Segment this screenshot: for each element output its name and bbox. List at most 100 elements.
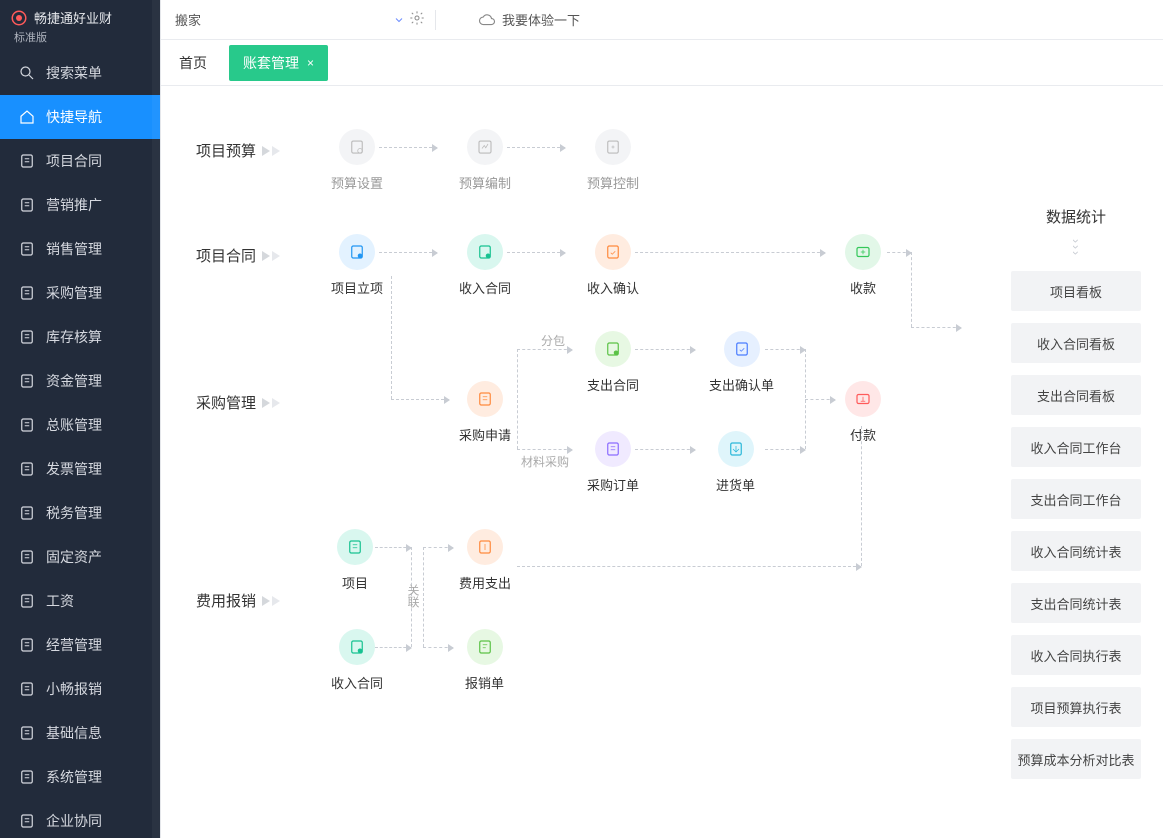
home-icon [18,108,36,126]
edge-label-material: 材料采购 [521,453,569,470]
sidebar-item-8[interactable]: 总账管理 [0,403,160,447]
edge [391,276,392,399]
sidebar-item-12[interactable]: 工资 [0,579,160,623]
node-budget-edit[interactable]: 预算编制 [459,129,511,192]
system-icon [18,768,36,786]
sidebar-item-3[interactable]: 营销推广 [0,183,160,227]
biz-icon [18,636,36,654]
experience-text: 我要体验一下 [502,10,580,29]
edge [391,399,449,400]
node-purchase-apply[interactable]: 采购申请 [459,381,511,444]
node-expense-out[interactable]: 费用支出 [459,529,511,592]
topbar: 搬家 我要体验一下 [161,0,1163,40]
node-budget-set[interactable]: 预算设置 [331,129,383,192]
sidebar-item-label: 固定资产 [46,547,102,567]
node-goods-in[interactable]: 进货单 [716,431,755,494]
gift-icon [18,196,36,214]
workflow-canvas: 项目预算 项目合同 采购管理 费用报销 预算设置 预算编制 预算控制 项目立项 … [161,86,1163,838]
money-icon [18,372,36,390]
edge [517,566,861,567]
project-icon [18,152,36,170]
cart-icon [18,284,36,302]
node-expend-contract[interactable]: 支出合同 [587,331,639,394]
node-receive[interactable]: 收款 [845,234,881,297]
sidebar-item-16[interactable]: 系统管理 [0,755,160,799]
sidebar-item-13[interactable]: 经营管理 [0,623,160,667]
sidebar-item-label: 经营管理 [46,635,102,655]
edge [423,647,453,648]
sidebar-item-label: 总账管理 [46,415,102,435]
tab-account-mgmt[interactable]: 账套管理 × [229,45,328,81]
sale-icon [18,240,36,258]
edge [423,547,453,548]
sidebar-scrollbar[interactable] [152,0,160,838]
sidebar-item-10[interactable]: 税务管理 [0,491,160,535]
edge [507,147,565,148]
ledger-icon [18,416,36,434]
sidebar-item-4[interactable]: 销售管理 [0,227,160,271]
sidebar-item-label: 库存核算 [46,327,102,347]
sidebar-item-label: 快捷导航 [46,107,102,127]
sidebar-item-9[interactable]: 发票管理 [0,447,160,491]
stats-panel: 数据统计 ››› 项目看板收入合同看板支出合同看板收入合同工作台支出合同工作台收… [1011,206,1141,779]
settings-button[interactable] [409,10,425,29]
edition-badge: 标准版 [0,29,160,51]
node-purchase-order[interactable]: 采购订单 [587,431,639,494]
stat-button-8[interactable]: 项目预算执行表 [1011,687,1141,727]
edge [805,399,835,400]
sidebar-item-label: 搜索菜单 [46,63,102,83]
sidebar-item-label: 系统管理 [46,767,102,787]
edge [507,252,565,253]
stat-button-7[interactable]: 收入合同执行表 [1011,635,1141,675]
stats-title: 数据统计 [1046,206,1106,227]
stat-button-6[interactable]: 支出合同统计表 [1011,583,1141,623]
edge [375,547,411,548]
node-pay[interactable]: 付款 [845,381,881,444]
node-expend-confirm[interactable]: 支出确认单 [709,331,774,394]
node-project[interactable]: 项目 [337,529,373,592]
sidebar-item-label: 项目合同 [46,151,102,171]
edge [861,426,862,566]
sidebar-item-2[interactable]: 项目合同 [0,139,160,183]
stat-button-9[interactable]: 预算成本分析对比表 [1011,739,1141,779]
tab-home[interactable]: 首页 [179,53,207,73]
node-income-contract2[interactable]: 收入合同 [331,629,383,692]
sidebar-item-17[interactable]: 企业协同 [0,799,160,838]
sidebar-item-11[interactable]: 固定资产 [0,535,160,579]
edge [379,252,437,253]
sidebar-item-label: 销售管理 [46,239,102,259]
sidebar-item-14[interactable]: 小畅报销 [0,667,160,711]
account-selector[interactable]: 搬家 [175,10,405,29]
chevron-down-icon [393,14,405,26]
sidebar-item-15[interactable]: 基础信息 [0,711,160,755]
stat-button-4[interactable]: 支出合同工作台 [1011,479,1141,519]
stats-arrow-icon: ››› [1069,239,1083,257]
node-budget-ctrl[interactable]: 预算控制 [587,129,639,192]
sidebar-item-1[interactable]: 快捷导航 [0,95,160,139]
stat-button-0[interactable]: 项目看板 [1011,271,1141,311]
sidebar-item-5[interactable]: 采购管理 [0,271,160,315]
sidebar-item-7[interactable]: 资金管理 [0,359,160,403]
stat-button-2[interactable]: 支出合同看板 [1011,375,1141,415]
edge [635,252,825,253]
section-budget: 项目预算 [196,140,280,161]
sidebar-item-0[interactable]: 搜索菜单 [0,51,160,95]
tab-active-label: 账套管理 [243,53,299,73]
edge [887,252,911,253]
node-proj-start[interactable]: 项目立项 [331,234,383,297]
close-icon[interactable]: × [307,56,314,70]
sidebar-item-label: 小畅报销 [46,679,102,699]
edge [635,449,695,450]
edge-label-subcontract: 分包 [541,332,565,349]
node-income-confirm[interactable]: 收入确认 [587,234,639,297]
edge [517,349,572,350]
edge [423,547,424,647]
sidebar-item-6[interactable]: 库存核算 [0,315,160,359]
stat-button-5[interactable]: 收入合同统计表 [1011,531,1141,571]
node-income-contract[interactable]: 收入合同 [459,234,511,297]
node-expense-form[interactable]: 报销单 [465,629,504,692]
stat-button-3[interactable]: 收入合同工作台 [1011,427,1141,467]
experience-button[interactable]: 我要体验一下 [478,10,580,29]
stat-button-1[interactable]: 收入合同看板 [1011,323,1141,363]
edge-label-relate: 关联 [405,584,422,608]
